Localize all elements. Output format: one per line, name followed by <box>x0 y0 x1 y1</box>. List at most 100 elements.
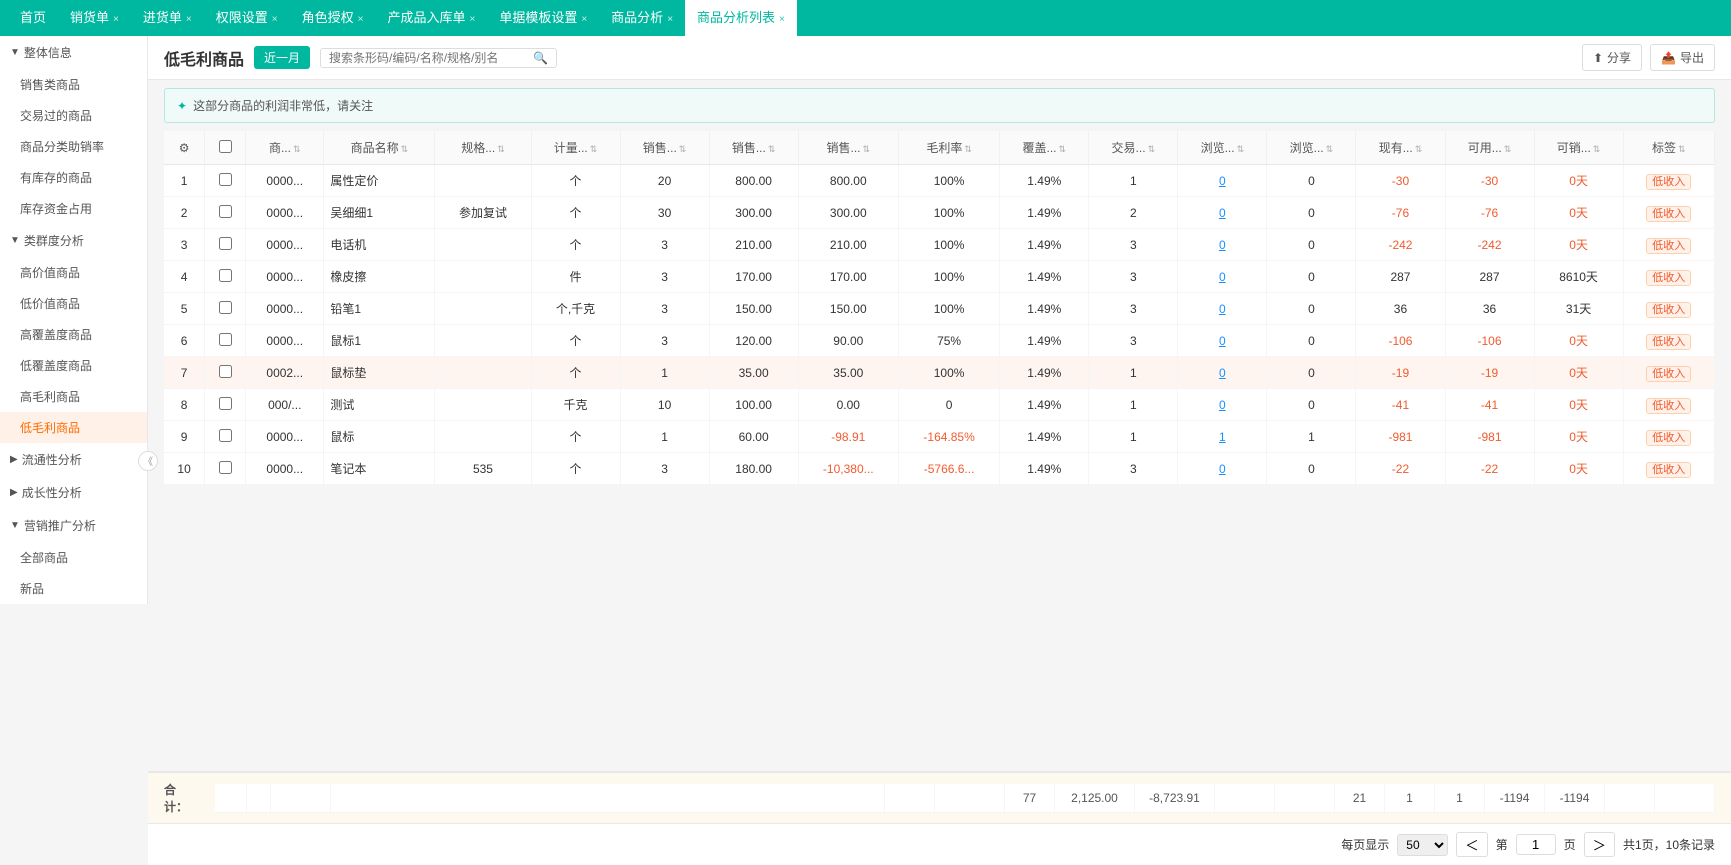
nav-product-entry[interactable]: 产成品入库单× <box>375 0 487 36</box>
col-gross-rate[interactable]: 毛利率⇅ <box>898 131 999 165</box>
close-icon[interactable]: × <box>667 14 673 25</box>
row-select-checkbox[interactable] <box>219 365 232 378</box>
col-trade-count[interactable]: 交易...⇅ <box>1089 131 1178 165</box>
col-unit[interactable]: 计量...⇅ <box>531 131 620 165</box>
col-spec[interactable]: 规格...⇅ <box>435 131 531 165</box>
row-select-checkbox[interactable] <box>219 269 232 282</box>
sidebar-item-category-rate[interactable]: 商品分类助销率 <box>0 131 147 162</box>
row-browse1[interactable]: 1 <box>1178 421 1267 453</box>
row-tag[interactable]: 低收入 <box>1623 453 1714 485</box>
share-btn[interactable]: ⬆ 分享 <box>1582 44 1642 71</box>
close-icon[interactable]: × <box>186 14 192 25</box>
nav-template[interactable]: 单据模板设置× <box>487 0 599 36</box>
close-icon[interactable]: × <box>779 14 785 25</box>
search-input[interactable] <box>329 51 529 65</box>
table-wrapper[interactable]: ⚙ 商...⇅ 商品名称⇅ 规格...⇅ 计量...⇅ 销售...⇅ 销售...… <box>148 131 1731 771</box>
row-name[interactable]: 测试 <box>324 389 435 421</box>
row-select-checkbox[interactable] <box>219 173 232 186</box>
close-icon[interactable]: × <box>358 14 364 25</box>
sidebar-item-low-coverage[interactable]: 低覆盖度商品 <box>0 350 147 381</box>
sidebar-group-overall[interactable]: ▼ 整体信息 <box>0 36 147 69</box>
sidebar-collapse-btn[interactable]: 《 <box>138 451 158 471</box>
row-name[interactable]: 鼠标 <box>324 421 435 453</box>
row-checkbox[interactable] <box>205 421 246 453</box>
row-checkbox[interactable] <box>205 389 246 421</box>
row-tag[interactable]: 低收入 <box>1623 421 1714 453</box>
row-name[interactable]: 属性定价 <box>324 165 435 197</box>
row-checkbox[interactable] <box>205 197 246 229</box>
sidebar-item-high-value[interactable]: 高价值商品 <box>0 257 147 288</box>
col-available[interactable]: 可用...⇅ <box>1445 131 1534 165</box>
sidebar-item-high-margin[interactable]: 高毛利商品 <box>0 381 147 412</box>
row-name[interactable]: 橡皮擦 <box>324 261 435 293</box>
sidebar-item-in-stock[interactable]: 有库存的商品 <box>0 162 147 193</box>
row-select-checkbox[interactable] <box>219 397 232 410</box>
row-checkbox[interactable] <box>205 357 246 389</box>
nav-home[interactable]: 首页 <box>8 0 58 36</box>
row-select-checkbox[interactable] <box>219 461 232 474</box>
row-tag[interactable]: 低收入 <box>1623 197 1714 229</box>
row-tag[interactable]: 低收入 <box>1623 165 1714 197</box>
row-browse1[interactable]: 0 <box>1178 453 1267 485</box>
row-browse1[interactable]: 0 <box>1178 165 1267 197</box>
row-select-checkbox[interactable] <box>219 429 232 442</box>
nav-product-analysis[interactable]: 商品分析× <box>599 0 685 36</box>
row-browse1[interactable]: 0 <box>1178 293 1267 325</box>
row-tag[interactable]: 低收入 <box>1623 389 1714 421</box>
per-page-select[interactable]: 50 100 200 <box>1397 834 1448 856</box>
row-checkbox[interactable] <box>205 229 246 261</box>
col-current-stock[interactable]: 现有...⇅ <box>1356 131 1445 165</box>
row-checkbox[interactable] <box>205 453 246 485</box>
sidebar-group-liquidity[interactable]: ▶ 流通性分析 <box>0 443 147 476</box>
next-page-btn[interactable]: ＞ <box>1584 832 1615 857</box>
row-name[interactable]: 鼠标垫 <box>324 357 435 389</box>
col-name[interactable]: 商品名称⇅ <box>324 131 435 165</box>
row-tag[interactable]: 低收入 <box>1623 261 1714 293</box>
row-name[interactable]: 笔记本 <box>324 453 435 485</box>
filter-recent-month-btn[interactable]: 近一月 <box>254 46 310 69</box>
row-name[interactable]: 铅笔1 <box>324 293 435 325</box>
col-checkbox[interactable] <box>205 131 246 165</box>
sidebar-item-sales-goods[interactable]: 销售类商品 <box>0 69 147 100</box>
select-all-checkbox[interactable] <box>219 140 232 153</box>
row-checkbox[interactable] <box>205 293 246 325</box>
nav-permissions[interactable]: 权限设置× <box>204 0 290 36</box>
sidebar-group-marketing[interactable]: ▼ 营销推广分析 <box>0 509 147 542</box>
row-select-checkbox[interactable] <box>219 333 232 346</box>
col-browse1[interactable]: 浏览...⇅ <box>1178 131 1267 165</box>
row-browse1[interactable]: 0 <box>1178 357 1267 389</box>
row-name[interactable]: 电话机 <box>324 229 435 261</box>
sidebar-group-growth[interactable]: ▶ 成长性分析 <box>0 476 147 509</box>
sidebar-item-capital[interactable]: 库存资金占用 <box>0 193 147 224</box>
page-number-input[interactable] <box>1516 834 1556 855</box>
row-checkbox[interactable] <box>205 325 246 357</box>
nav-sales[interactable]: 销货单× <box>58 0 131 36</box>
row-tag[interactable]: 低收入 <box>1623 325 1714 357</box>
col-cover-rate[interactable]: 覆盖...⇅ <box>1000 131 1089 165</box>
row-browse1[interactable]: 0 <box>1178 197 1267 229</box>
col-sales-amount[interactable]: 销售...⇅ <box>798 131 898 165</box>
row-select-checkbox[interactable] <box>219 237 232 250</box>
row-tag[interactable]: 低收入 <box>1623 357 1714 389</box>
row-select-checkbox[interactable] <box>219 301 232 314</box>
row-select-checkbox[interactable] <box>219 205 232 218</box>
row-tag[interactable]: 低收入 <box>1623 229 1714 261</box>
close-icon[interactable]: × <box>272 14 278 25</box>
row-name[interactable]: 鼠标1 <box>324 325 435 357</box>
row-checkbox[interactable] <box>205 261 246 293</box>
col-tag[interactable]: 标签⇅ <box>1623 131 1714 165</box>
sidebar-item-high-coverage[interactable]: 高覆盖度商品 <box>0 319 147 350</box>
close-icon[interactable]: × <box>113 14 119 25</box>
sidebar-group-cluster[interactable]: ▼ 类群度分析 <box>0 224 147 257</box>
nav-roles[interactable]: 角色授权× <box>290 0 376 36</box>
sidebar-item-new-goods[interactable]: 新品 <box>0 573 147 604</box>
col-browse2[interactable]: 浏览...⇅ <box>1267 131 1356 165</box>
export-btn[interactable]: 📤 导出 <box>1650 44 1715 71</box>
row-browse1[interactable]: 0 <box>1178 325 1267 357</box>
row-browse1[interactable]: 0 <box>1178 229 1267 261</box>
col-sales-price[interactable]: 销售...⇅ <box>709 131 798 165</box>
nav-product-analysis-list[interactable]: 商品分析列表× <box>685 0 797 36</box>
row-name[interactable]: 吴细细1 <box>324 197 435 229</box>
nav-purchase[interactable]: 进货单× <box>131 0 204 36</box>
sidebar-item-low-value[interactable]: 低价值商品 <box>0 288 147 319</box>
